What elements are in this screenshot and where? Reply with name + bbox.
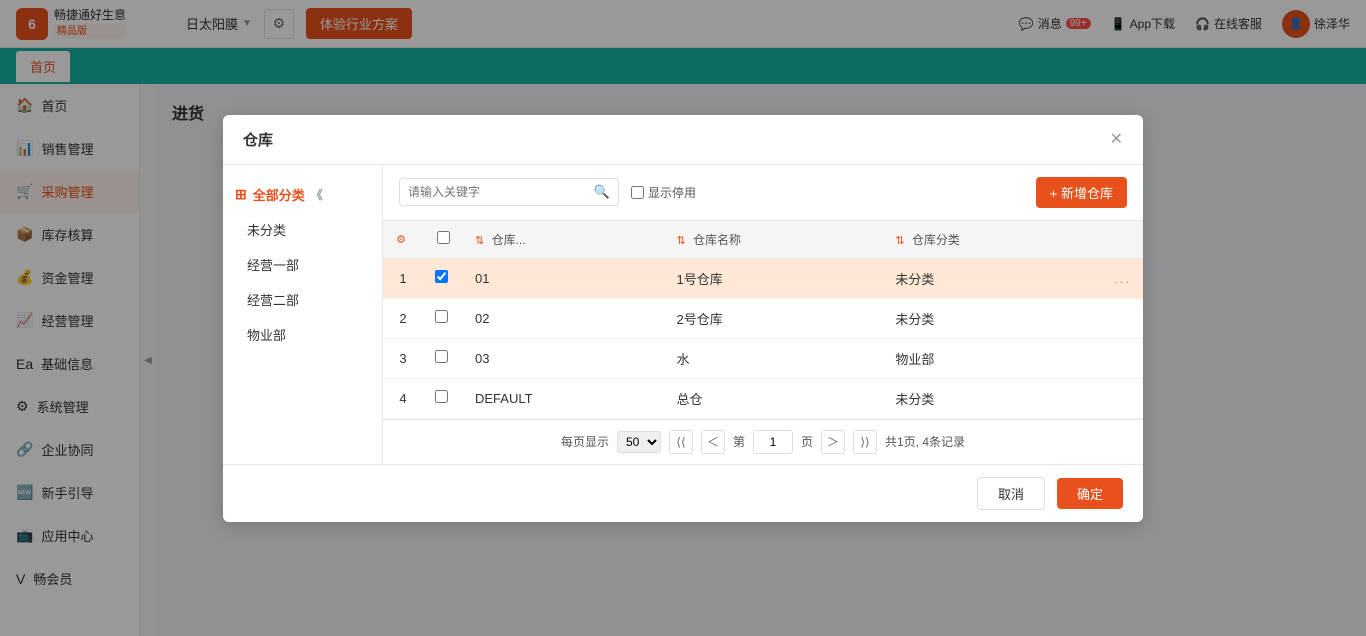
row-code: DEFAULT bbox=[463, 378, 664, 418]
modal-sidebar-item-property[interactable]: 物业部 bbox=[223, 317, 382, 352]
row-num: 2 bbox=[383, 298, 423, 338]
row-num: 3 bbox=[383, 338, 423, 378]
row-checkbox-cell bbox=[423, 378, 463, 418]
modal-body: ⊞ 全部分类 《 未分类 经营一部 经营二部 物业部 🔍 bbox=[223, 165, 1143, 464]
th-category[interactable]: ⇅ 仓库分类 bbox=[883, 221, 1102, 259]
row-category: 未分类 bbox=[883, 258, 1102, 298]
row-code: 02 bbox=[463, 298, 664, 338]
modal-sidebar-item-dept2[interactable]: 经营二部 bbox=[223, 282, 382, 317]
row-code: 03 bbox=[463, 338, 664, 378]
search-input[interactable] bbox=[400, 180, 586, 204]
per-page-label: 每页显示 bbox=[561, 433, 609, 450]
select-all-checkbox[interactable] bbox=[437, 231, 450, 244]
th-actions bbox=[1102, 221, 1143, 259]
table-row[interactable]: 3 03 水 物业部 bbox=[383, 338, 1143, 378]
row-num: 4 bbox=[383, 378, 423, 418]
row-more[interactable] bbox=[1102, 338, 1143, 378]
row-name: 1号仓库 bbox=[664, 258, 883, 298]
add-warehouse-button[interactable]: + 新增仓库 bbox=[1036, 177, 1127, 208]
first-page-button[interactable]: ⟨⟨ bbox=[669, 430, 693, 454]
per-page-select[interactable]: 50 bbox=[617, 431, 661, 453]
row-checkbox-cell bbox=[423, 338, 463, 378]
show-disabled-label: 显示停用 bbox=[631, 184, 696, 201]
row-name: 2号仓库 bbox=[664, 298, 883, 338]
row-checkbox[interactable] bbox=[435, 310, 448, 323]
row-code: 01 bbox=[463, 258, 664, 298]
pagination: 每页显示 50 ⟨⟨ ＜ 第 页 ＞ ⟩⟩ 共1页, 4条记录 bbox=[383, 419, 1143, 464]
row-checkbox-cell bbox=[423, 258, 463, 298]
modal-content: 🔍 显示停用 + 新增仓库 bbox=[383, 165, 1143, 464]
total-label: 共1页, 4条记录 bbox=[885, 433, 965, 450]
th-gear[interactable]: ⚙ bbox=[383, 221, 423, 259]
prev-page-button[interactable]: ＜ bbox=[701, 430, 725, 454]
modal-sidebar-all[interactable]: ⊞ 全部分类 《 bbox=[223, 177, 382, 212]
row-checkbox[interactable] bbox=[435, 270, 448, 283]
row-category: 未分类 bbox=[883, 298, 1102, 338]
grid-icon: ⊞ bbox=[235, 186, 247, 203]
page-input[interactable] bbox=[753, 430, 793, 454]
cancel-button[interactable]: 取消 bbox=[977, 477, 1045, 510]
next-page-button[interactable]: ＞ bbox=[821, 430, 845, 454]
row-num: 1 bbox=[383, 258, 423, 298]
table-row[interactable]: 4 DEFAULT 总仓 未分类 bbox=[383, 378, 1143, 418]
modal-table-wrap: ⚙ ⇅ 仓库... ⇅ bbox=[383, 221, 1143, 419]
page-label: 第 bbox=[733, 433, 745, 450]
row-name: 水 bbox=[664, 338, 883, 378]
modal-header: 仓库 ✕ bbox=[223, 115, 1143, 165]
th-code[interactable]: ⇅ 仓库... bbox=[463, 221, 664, 259]
row-name: 总仓 bbox=[664, 378, 883, 418]
modal-footer: 取消 确定 bbox=[223, 464, 1143, 522]
table-row[interactable]: 2 02 2号仓库 未分类 bbox=[383, 298, 1143, 338]
modal-toolbar: 🔍 显示停用 + 新增仓库 bbox=[383, 165, 1143, 221]
search-icon[interactable]: 🔍 bbox=[586, 179, 618, 205]
th-name[interactable]: ⇅ 仓库名称 bbox=[664, 221, 883, 259]
warehouse-modal: 仓库 ✕ ⊞ 全部分类 《 未分类 经营一部 经营二部 物业部 bbox=[223, 115, 1143, 522]
table-row[interactable]: 1 01 1号仓库 未分类 ... bbox=[383, 258, 1143, 298]
page-unit: 页 bbox=[801, 433, 813, 450]
modal-sidebar-item-uncategorized[interactable]: 未分类 bbox=[223, 212, 382, 247]
last-page-button[interactable]: ⟩⟩ bbox=[853, 430, 877, 454]
row-more[interactable]: ... bbox=[1102, 258, 1143, 298]
row-checkbox[interactable] bbox=[435, 350, 448, 363]
row-category: 物业部 bbox=[883, 338, 1102, 378]
modal-title: 仓库 bbox=[243, 129, 273, 150]
modal-overlay: 仓库 ✕ ⊞ 全部分类 《 未分类 经营一部 经营二部 物业部 bbox=[0, 0, 1366, 636]
more-actions-button[interactable]: ... bbox=[1114, 271, 1131, 286]
warehouse-table: ⚙ ⇅ 仓库... ⇅ bbox=[383, 221, 1143, 419]
search-box[interactable]: 🔍 bbox=[399, 178, 619, 206]
sort-icon-category: ⇅ bbox=[895, 235, 904, 247]
confirm-button[interactable]: 确定 bbox=[1057, 478, 1123, 509]
row-checkbox[interactable] bbox=[435, 390, 448, 403]
modal-close-button[interactable]: ✕ bbox=[1110, 129, 1123, 149]
sort-icon-code: ⇅ bbox=[475, 235, 484, 247]
show-disabled-checkbox[interactable] bbox=[631, 186, 644, 199]
modal-sidebar: ⊞ 全部分类 《 未分类 经营一部 经营二部 物业部 bbox=[223, 165, 383, 464]
collapse-icon[interactable]: 《 bbox=[311, 186, 323, 203]
row-more[interactable] bbox=[1102, 298, 1143, 338]
row-category: 未分类 bbox=[883, 378, 1102, 418]
sort-icon-name: ⇅ bbox=[676, 235, 685, 247]
gear-th-icon: ⚙ bbox=[396, 234, 406, 246]
row-more[interactable] bbox=[1102, 378, 1143, 418]
modal-sidebar-item-dept1[interactable]: 经营一部 bbox=[223, 247, 382, 282]
th-checkbox bbox=[423, 221, 463, 259]
row-checkbox-cell bbox=[423, 298, 463, 338]
